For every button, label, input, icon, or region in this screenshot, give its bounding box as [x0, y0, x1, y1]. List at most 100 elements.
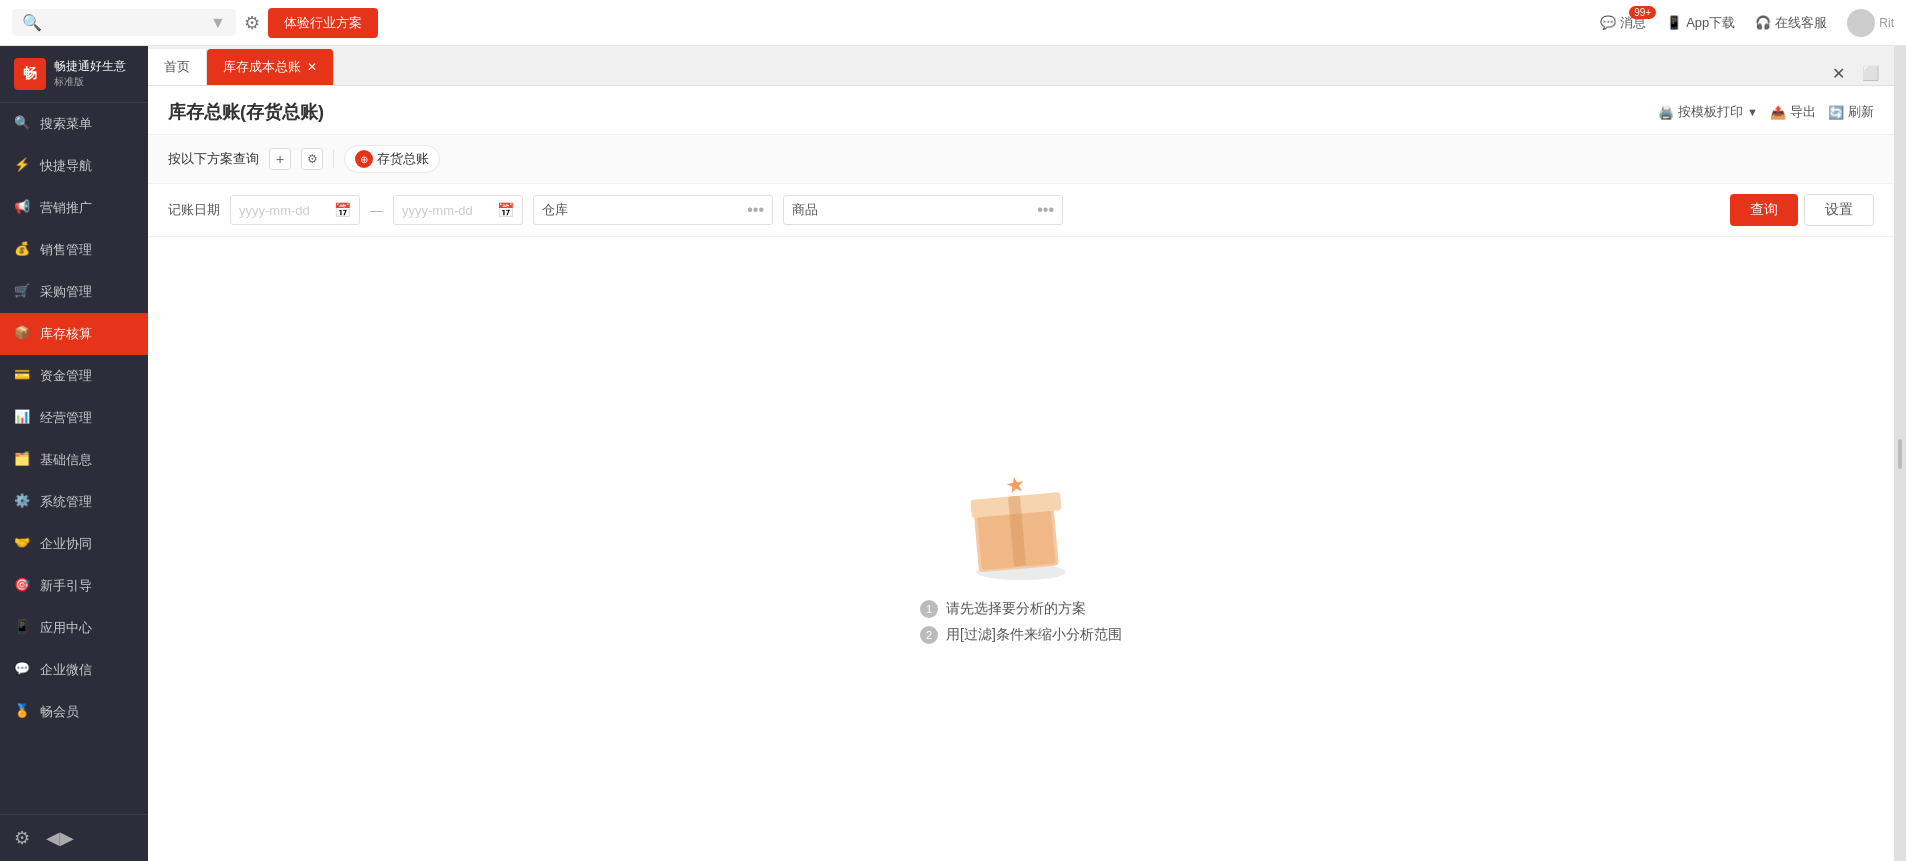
logo-text-area: 畅捷通好生意 标准版: [54, 59, 126, 89]
search-menu-icon: 🔍: [14, 115, 32, 133]
sidebar-item-wechat[interactable]: 💬 企业微信: [0, 649, 148, 691]
topbar-search-input[interactable]: [46, 15, 206, 30]
online-support-btn[interactable]: 🎧 在线客服: [1755, 14, 1827, 32]
sidebar-footer: ⚙ ◀▶: [0, 814, 148, 861]
logo-icon: 畅: [14, 58, 46, 90]
print-icon: 🖨️: [1658, 105, 1674, 120]
industry-btn[interactable]: 体验行业方案: [268, 8, 378, 38]
query-btn[interactable]: 查询: [1730, 194, 1798, 226]
tip-num-2: 2: [920, 626, 938, 644]
sidebar-item-purchase[interactable]: 🛒 采购管理: [0, 271, 148, 313]
avatar: [1847, 9, 1875, 37]
sidebar-item-system[interactable]: ⚙️ 系统管理: [0, 481, 148, 523]
panel-close-btn[interactable]: ✕: [1826, 61, 1850, 85]
sidebar-settings-icon[interactable]: ⚙: [14, 827, 30, 849]
topbar: 🔍 ▼ ⚙ 体验行业方案 💬 消息 99+ 📱 App下载 🎧 在线客服 Rit: [0, 0, 1906, 46]
date-from-input[interactable]: yyyy-mm-dd 📅: [230, 195, 360, 225]
message-icon: 💬: [1600, 15, 1616, 30]
search-icon: 🔍: [22, 13, 42, 32]
content-area: 首页 库存成本总账 ✕ ✕ ⬜ 库存总账(存货总账) 🖨️ 按模板打印: [148, 46, 1894, 861]
print-template-label: 按模板打印: [1678, 103, 1743, 121]
messages-btn[interactable]: 💬 消息 99+: [1600, 14, 1646, 32]
action-buttons: 查询 设置: [1730, 194, 1874, 226]
sidebar-item-search-menu[interactable]: 🔍 搜索菜单: [0, 103, 148, 145]
sidebar-label-enterprise: 企业协同: [40, 535, 92, 553]
product-input[interactable]: 商品 •••: [783, 195, 1063, 225]
sidebar-item-quick-nav[interactable]: ⚡ 快捷导航: [0, 145, 148, 187]
calendar-icon-from: 📅: [334, 202, 351, 218]
sidebar-item-marketing[interactable]: 📢 营销推广: [0, 187, 148, 229]
right-panel-handle[interactable]: [1894, 46, 1906, 861]
online-support-label: 在线客服: [1775, 14, 1827, 32]
system-icon: ⚙️: [14, 493, 32, 511]
sidebar-item-operations[interactable]: 📊 经营管理: [0, 397, 148, 439]
filter-add-btn[interactable]: +: [269, 148, 291, 170]
app-version: 标准版: [54, 75, 126, 89]
tab-home[interactable]: 首页: [148, 49, 207, 85]
refresh-label: 刷新: [1848, 103, 1874, 121]
filter-row: 按以下方案查询 + ⚙ ⊕ 存货总账: [148, 135, 1894, 184]
sidebar-collapse-icon[interactable]: ◀▶: [46, 827, 74, 849]
export-btn[interactable]: 📤 导出: [1770, 103, 1816, 121]
date-separator: —: [370, 203, 383, 218]
sidebar-item-enterprise[interactable]: 🤝 企业协同: [0, 523, 148, 565]
page-header-actions: 🖨️ 按模板打印 ▼ 📤 导出 🔄 刷新: [1658, 103, 1874, 121]
sidebar-item-basic-info[interactable]: 🗂️ 基础信息: [0, 439, 148, 481]
app-download-label: App下载: [1686, 14, 1735, 32]
tab-close-icon[interactable]: ✕: [307, 60, 317, 74]
topbar-search-area[interactable]: 🔍 ▼: [12, 9, 236, 36]
tip-num-1: 1: [920, 600, 938, 618]
sidebar-item-finance[interactable]: 💳 资金管理: [0, 355, 148, 397]
operations-icon: 📊: [14, 409, 32, 427]
wechat-icon: 💬: [14, 661, 32, 679]
dropdown-icon: ▼: [210, 14, 226, 32]
settings-btn[interactable]: 设置: [1804, 194, 1874, 226]
sidebar-label-sales: 销售管理: [40, 241, 92, 259]
purchase-icon: 🛒: [14, 283, 32, 301]
topbar-right: 💬 消息 99+ 📱 App下载 🎧 在线客服 Rit: [1600, 9, 1894, 37]
scheme-label: 存货总账: [377, 150, 429, 168]
sidebar-label-purchase: 采购管理: [40, 283, 92, 301]
headset-icon: 🎧: [1755, 15, 1771, 30]
sales-icon: 💰: [14, 241, 32, 259]
sidebar-item-app-center[interactable]: 📱 应用中心: [0, 607, 148, 649]
user-avatar[interactable]: Rit: [1847, 9, 1894, 37]
page-content: 库存总账(存货总账) 🖨️ 按模板打印 ▼ 📤 导出 🔄 刷新: [148, 86, 1894, 861]
empty-state: ★ 1 请先选择要分析的方案 2 用[过滤]条件来缩小分析范围: [148, 237, 1894, 861]
panel-resize-btn[interactable]: ⬜: [1858, 61, 1882, 85]
warehouse-input[interactable]: 仓库 •••: [533, 195, 773, 225]
tab-inventory-ledger[interactable]: 库存成本总账 ✕: [207, 49, 334, 85]
app-download-btn[interactable]: 📱 App下载: [1666, 14, 1735, 32]
sidebar-label-system: 系统管理: [40, 493, 92, 511]
filter-config-btn[interactable]: ⚙: [301, 148, 323, 170]
sidebar-item-inventory[interactable]: 📦 库存核算: [0, 313, 148, 355]
scheme-icon: ⊕: [355, 150, 373, 168]
date-label: 记账日期: [168, 201, 220, 219]
sidebar-label-wechat: 企业微信: [40, 661, 92, 679]
empty-svg: ★: [951, 454, 1091, 584]
handle-dots: [1898, 439, 1902, 469]
sidebar-label-basic-info: 基础信息: [40, 451, 92, 469]
sidebar-label-newbie: 新手引导: [40, 577, 92, 595]
sidebar-item-members[interactable]: 🏅 畅会员: [0, 691, 148, 733]
topbar-left: 🔍 ▼ ⚙ 体验行业方案: [12, 8, 1592, 38]
sidebar: 畅 畅捷通好生意 标准版 🔍 搜索菜单 ⚡ 快捷导航 📢 营销推广 💰 销售管理…: [0, 46, 148, 861]
sidebar-item-sales[interactable]: 💰 销售管理: [0, 229, 148, 271]
date-to-input[interactable]: yyyy-mm-dd 📅: [393, 195, 523, 225]
date-filter-row: 记账日期 yyyy-mm-dd 📅 — yyyy-mm-dd 📅 仓库 ••• …: [148, 184, 1894, 237]
enterprise-icon: 🤝: [14, 535, 32, 553]
quick-nav-icon: ⚡: [14, 157, 32, 175]
page-header: 库存总账(存货总账) 🖨️ 按模板打印 ▼ 📤 导出 🔄 刷新: [148, 86, 1894, 135]
date-to-placeholder: yyyy-mm-dd: [402, 203, 493, 218]
print-template-btn[interactable]: 🖨️ 按模板打印 ▼: [1658, 103, 1758, 121]
calendar-icon-to: 📅: [497, 202, 514, 218]
empty-illustration: ★: [951, 454, 1091, 584]
sidebar-item-newbie[interactable]: 🎯 新手引导: [0, 565, 148, 607]
sidebar-label-app-center: 应用中心: [40, 619, 92, 637]
refresh-btn[interactable]: 🔄 刷新: [1828, 103, 1874, 121]
marketing-icon: 📢: [14, 199, 32, 217]
scheme-item-inventory[interactable]: ⊕ 存货总账: [344, 145, 440, 173]
sidebar-label-search-menu: 搜索菜单: [40, 115, 92, 133]
settings-icon[interactable]: ⚙: [244, 12, 260, 34]
date-from-placeholder: yyyy-mm-dd: [239, 203, 330, 218]
